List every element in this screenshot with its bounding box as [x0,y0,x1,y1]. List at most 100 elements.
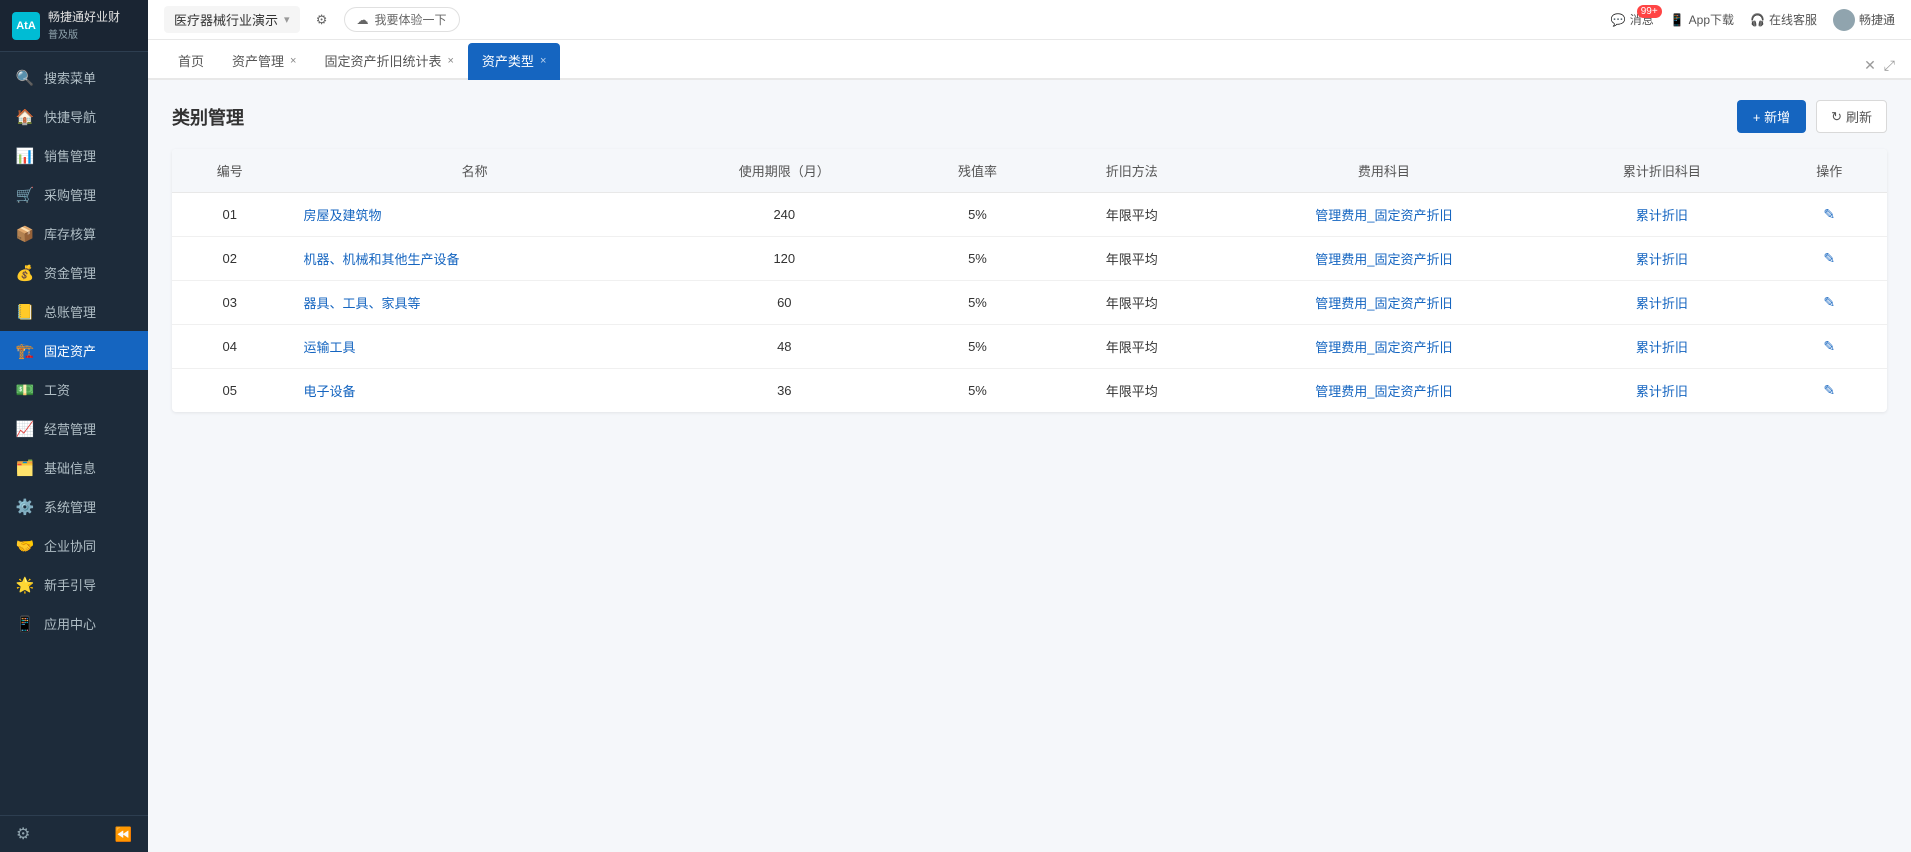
tab-assets-mgmt-close[interactable]: × [290,55,296,67]
cell-period: 48 [662,325,907,369]
sales-icon: 📊 [16,147,34,165]
operations-icon: 📈 [16,420,34,438]
sidebar-item-purchase[interactable]: 🛒 采购管理 [0,175,148,214]
cell-action: ✎ [1771,281,1887,325]
table-body: 01 房屋及建筑物 240 5% 年限平均 管理费用_固定资产折旧 累计折旧 ✎… [172,193,1887,413]
cell-name: 器具、工具、家具等 [288,281,662,325]
cell-method: 年限平均 [1048,193,1215,237]
cell-residual: 5% [907,281,1048,325]
tab-asset-type-close[interactable]: × [540,55,546,67]
tabbar: 首页 资产管理 × 固定资产折旧统计表 × 资产类型 × ✕ ⤢ [148,40,1911,80]
user-menu[interactable]: 畅捷通 [1833,9,1895,31]
table-row: 04 运输工具 48 5% 年限平均 管理费用_固定资产折旧 累计折旧 ✎ [172,325,1887,369]
sidebar-item-inventory[interactable]: 📦 库存核算 [0,214,148,253]
cell-id: 04 [172,325,288,369]
cell-residual: 5% [907,237,1048,281]
sidebar-item-appstore[interactable]: 📱 应用中心 [0,604,148,643]
cell-id: 05 [172,369,288,413]
cell-expense: 管理费用_固定资产折旧 [1215,369,1552,413]
tab-depreciation-stats-close[interactable]: × [447,55,453,67]
sidebar-item-label: 采购管理 [44,185,96,204]
sidebar-item-guide[interactable]: 🌟 新手引导 [0,565,148,604]
sidebar-item-label: 总账管理 [44,302,96,321]
system-icon: ⚙️ [16,498,34,516]
app-name: 畅捷通好业财 [48,10,120,26]
sidebar-item-payroll[interactable]: 💵 工资 [0,370,148,409]
main-area: 医疗器械行业演示 ▾ ⚙ ☁ 我要体验一下 💬 消息 99+ 📱 App下载 [148,0,1911,852]
cell-name: 机器、机械和其他生产设备 [288,237,662,281]
col-period: 使用期限（月） [662,149,907,193]
edit-button[interactable]: ✎ [1823,382,1835,398]
sidebar-item-label: 固定资产 [44,341,96,360]
tab-asset-type[interactable]: 资产类型 × [468,43,560,80]
edit-button[interactable]: ✎ [1823,294,1835,310]
table-row: 02 机器、机械和其他生产设备 120 5% 年限平均 管理费用_固定资产折旧 … [172,237,1887,281]
cell-method: 年限平均 [1048,325,1215,369]
page-header: 类别管理 + 新增 ↻ 刷新 [172,100,1887,133]
cell-expense: 管理费用_固定资产折旧 [1215,325,1552,369]
col-action: 操作 [1771,149,1887,193]
close-window-icon[interactable]: ✕ [1864,57,1876,74]
experience-button[interactable]: ☁ 我要体验一下 [344,7,460,32]
cell-accum: 累计折旧 [1552,193,1771,237]
tab-home[interactable]: 首页 [164,43,218,80]
sidebar-item-operations[interactable]: 📈 经营管理 [0,409,148,448]
edit-button[interactable]: ✎ [1823,206,1835,222]
notification-icon: 💬 [1611,13,1626,27]
sidebar: AtA 畅捷通好业财 普及版 🔍 搜索菜单 🏠 快捷导航 📊 销售管理 🛒 采购… [0,0,148,852]
cell-expense: 管理费用_固定资产折旧 [1215,193,1552,237]
tab-assets-mgmt-label: 资产管理 [232,51,284,70]
cell-accum: 累计折旧 [1552,325,1771,369]
refresh-button[interactable]: ↻ 刷新 [1816,100,1887,133]
sidebar-item-ledger[interactable]: 📒 总账管理 [0,292,148,331]
col-id: 编号 [172,149,288,193]
sidebar-item-sales[interactable]: 📊 销售管理 [0,136,148,175]
sidebar-item-search[interactable]: 🔍 搜索菜单 [0,58,148,97]
experience-icon: ☁ [357,13,369,27]
sidebar-collapse-icon[interactable]: ⏪ [115,826,132,843]
sidebar-item-fixed-assets[interactable]: 🏗️ 固定资产 [0,331,148,370]
sidebar-item-quicknav[interactable]: 🏠 快捷导航 [0,97,148,136]
header-actions: + 新增 ↻ 刷新 [1737,100,1887,133]
new-button[interactable]: + 新增 [1737,100,1806,133]
cell-name: 运输工具 [288,325,662,369]
cell-action: ✎ [1771,369,1887,413]
service-icon: 🎧 [1750,13,1765,27]
app-edition: 普及版 [48,26,120,41]
sidebar-item-label: 快捷导航 [44,107,96,126]
edit-button[interactable]: ✎ [1823,338,1835,354]
sidebar-item-system[interactable]: ⚙️ 系统管理 [0,487,148,526]
table-row: 03 器具、工具、家具等 60 5% 年限平均 管理费用_固定资产折旧 累计折旧… [172,281,1887,325]
cell-period: 240 [662,193,907,237]
industry-name: 医疗器械行业演示 [174,10,278,29]
category-table: 编号 名称 使用期限（月） 残值率 折旧方法 费用科目 累计折旧科目 操作 01… [172,149,1887,412]
sidebar-item-label: 新手引导 [44,575,96,594]
app-logo: AtA 畅捷通好业财 普及版 [0,0,148,52]
avatar [1833,9,1855,31]
app-download-button[interactable]: 📱 App下载 [1670,11,1734,28]
maximize-window-icon[interactable]: ⤢ [1884,57,1895,74]
sidebar-item-label: 库存核算 [44,224,96,243]
notification-button[interactable]: 💬 消息 99+ [1611,11,1654,28]
online-service-button[interactable]: 🎧 在线客服 [1750,11,1817,28]
sidebar-item-capital[interactable]: 💰 资金管理 [0,253,148,292]
cell-residual: 5% [907,325,1048,369]
table-row: 05 电子设备 36 5% 年限平均 管理费用_固定资产折旧 累计折旧 ✎ [172,369,1887,413]
cell-accum: 累计折旧 [1552,281,1771,325]
guide-icon: 🌟 [16,576,34,594]
edit-button[interactable]: ✎ [1823,250,1835,266]
cell-accum: 累计折旧 [1552,237,1771,281]
app-download-label: App下载 [1689,11,1734,28]
industry-selector[interactable]: 医疗器械行业演示 ▾ [164,6,300,33]
tab-asset-type-label: 资产类型 [482,51,534,70]
table-header-row: 编号 名称 使用期限（月） 残值率 折旧方法 费用科目 累计折旧科目 操作 [172,149,1887,193]
sidebar-bottom: ⚙ ⏪ [0,815,148,852]
cell-id: 02 [172,237,288,281]
sidebar-item-corp[interactable]: 🤝 企业协同 [0,526,148,565]
sidebar-item-base-info[interactable]: 🗂️ 基础信息 [0,448,148,487]
tab-assets-mgmt[interactable]: 资产管理 × [218,43,310,80]
tab-depreciation-stats[interactable]: 固定资产折旧统计表 × [310,43,467,80]
industry-settings-button[interactable]: ⚙ [308,6,336,34]
bottom-settings-icon[interactable]: ⚙ [16,824,30,844]
sidebar-nav: 🔍 搜索菜单 🏠 快捷导航 📊 销售管理 🛒 采购管理 📦 库存核算 💰 资金管… [0,52,148,815]
